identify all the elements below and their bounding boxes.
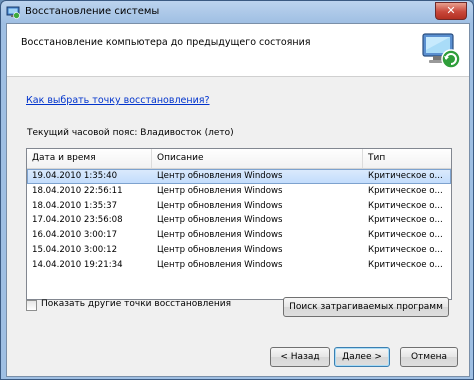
- show-more-points-checkbox[interactable]: [26, 300, 37, 311]
- cell-type: Критическое о...: [368, 215, 443, 226]
- cell-date: 18.04.2010 1:35:37: [32, 200, 118, 211]
- column-header-description[interactable]: Описание: [152, 149, 363, 168]
- title-bar[interactable]: Восстановление системы ✕: [1, 1, 473, 23]
- window-title: Восстановление системы: [25, 6, 160, 17]
- page-title: Восстановление компьютера до предыдущего…: [21, 37, 311, 48]
- cell-date: 18.04.2010 22:56:11: [32, 185, 123, 196]
- cell-description: Центр обновления Windows: [157, 200, 283, 211]
- column-header-date[interactable]: Дата и время: [27, 149, 152, 168]
- back-button[interactable]: < Назад: [270, 347, 330, 367]
- next-button[interactable]: Далее >: [334, 347, 390, 367]
- cell-date: 16.04.2010 3:00:17: [32, 230, 118, 241]
- system-restore-window: Восстановление системы ✕ Восстановление …: [0, 0, 474, 380]
- cell-description: Центр обновления Windows: [157, 230, 283, 241]
- cell-type: Критическое о...: [368, 244, 443, 255]
- cell-date: 19.04.2010 1:35:40: [32, 171, 118, 181]
- cancel-button[interactable]: Отмена: [400, 347, 458, 367]
- cell-type: Критическое о...: [368, 200, 443, 211]
- cell-description: Центр обновления Windows: [157, 171, 283, 181]
- table-row[interactable]: 19.04.2010 1:35:40 Центр обновления Wind…: [27, 169, 451, 184]
- dialog-body: Восстановление компьютера до предыдущего…: [6, 23, 470, 377]
- cell-description: Центр обновления Windows: [157, 244, 283, 255]
- table-row[interactable]: 17.04.2010 23:56:08 Центр обновления Win…: [27, 213, 451, 228]
- table-header: Дата и время Описание Тип: [27, 149, 451, 169]
- system-restore-icon: [6, 6, 20, 19]
- timezone-label: Текущий часовой пояс: Владивосток (лето): [27, 128, 234, 138]
- cell-type: Критическое о...: [368, 230, 443, 241]
- column-header-type[interactable]: Тип: [363, 149, 451, 168]
- cell-type: Критическое о...: [368, 171, 443, 181]
- close-button[interactable]: ✕: [435, 2, 467, 20]
- table-row[interactable]: 14.04.2010 19:21:34 Центр обновления Win…: [27, 258, 451, 273]
- cell-date: 17.04.2010 23:56:08: [32, 215, 123, 226]
- cell-type: Критическое о...: [368, 259, 443, 270]
- table-row[interactable]: 15.04.2010 3:00:12 Центр обновления Wind…: [27, 243, 451, 258]
- cell-date: 15.04.2010 3:00:12: [32, 244, 118, 255]
- table-rows: 19.04.2010 1:35:40 Центр обновления Wind…: [27, 169, 451, 273]
- restore-computer-icon: [422, 33, 461, 69]
- cell-type: Критическое о...: [368, 185, 443, 196]
- cell-date: 14.04.2010 19:21:34: [32, 259, 123, 270]
- scan-affected-programs-button[interactable]: Поиск затрагиваемых программ: [283, 297, 449, 317]
- restore-points-table[interactable]: Дата и время Описание Тип 19.04.2010 1:3…: [26, 148, 452, 300]
- table-row[interactable]: 18.04.2010 1:35:37 Центр обновления Wind…: [27, 199, 451, 214]
- cell-description: Центр обновления Windows: [157, 185, 283, 196]
- help-link[interactable]: Как выбрать точку восстановления?: [26, 95, 210, 106]
- table-row[interactable]: 16.04.2010 3:00:17 Центр обновления Wind…: [27, 228, 451, 243]
- table-row[interactable]: 18.04.2010 22:56:11 Центр обновления Win…: [27, 184, 451, 199]
- cell-description: Центр обновления Windows: [157, 215, 283, 226]
- wizard-header: Восстановление компьютера до предыдущего…: [7, 24, 469, 77]
- cell-description: Центр обновления Windows: [157, 259, 283, 270]
- show-more-points-label[interactable]: Показать другие точки восстановления: [41, 299, 231, 309]
